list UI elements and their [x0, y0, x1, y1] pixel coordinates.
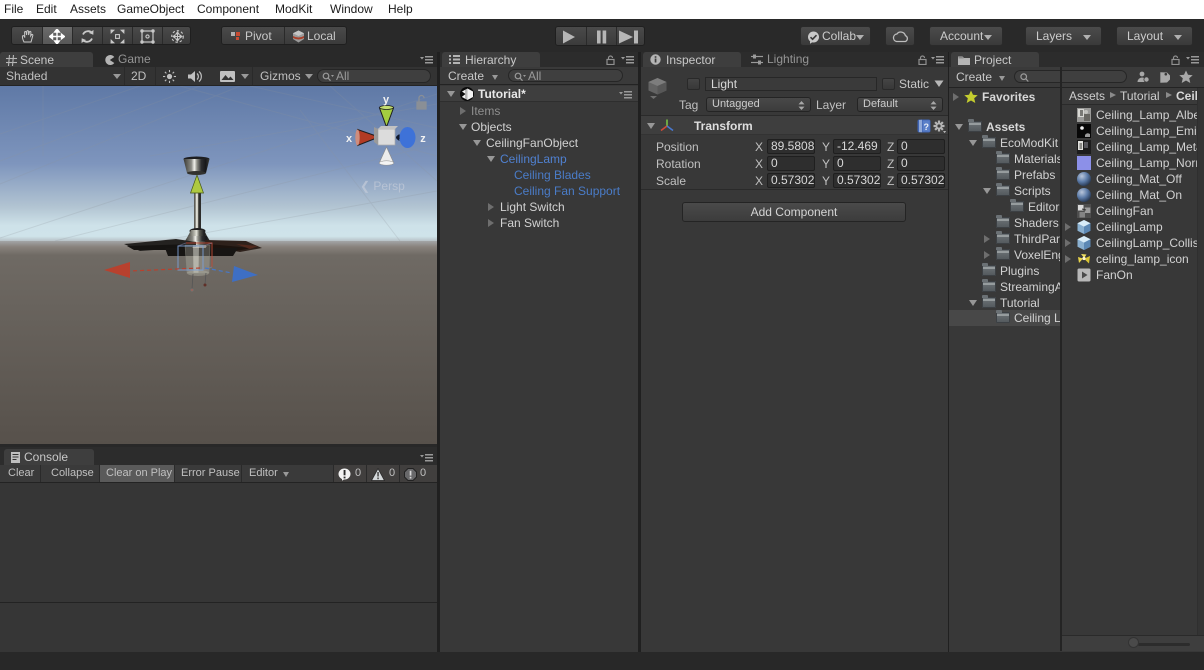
- svg-text:z: z: [420, 133, 426, 145]
- svg-text:x: x: [346, 133, 353, 145]
- svg-text:❮ Persp: ❮ Persp: [360, 179, 405, 193]
- svg-text:y: y: [383, 94, 390, 106]
- svg-text:?: ?: [923, 122, 929, 132]
